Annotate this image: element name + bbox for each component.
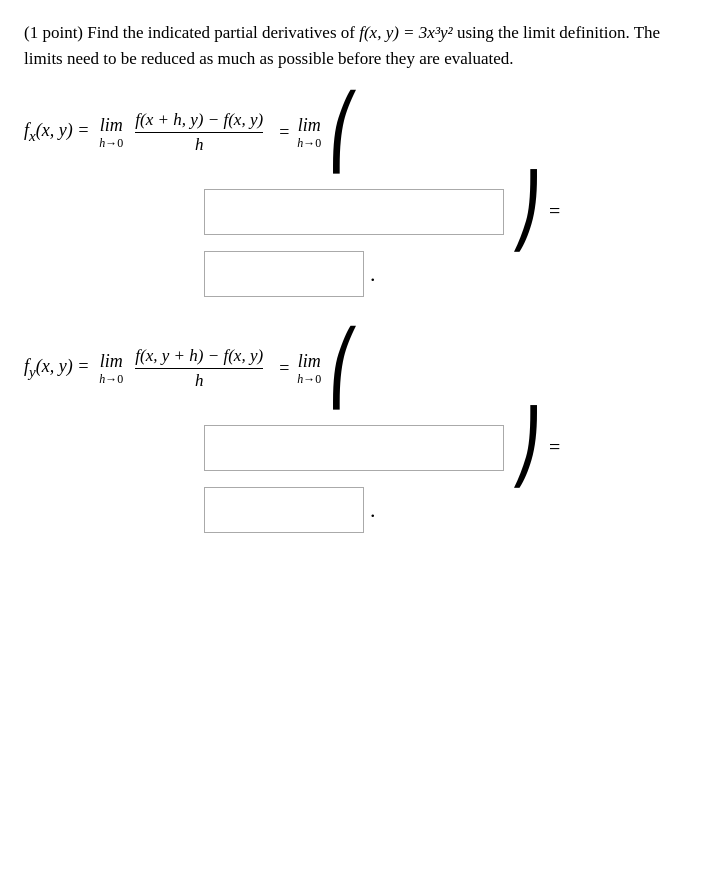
fy-lim2-word: lim (298, 351, 321, 372)
fy-lhs: fy(x, y) = (24, 356, 89, 381)
fx-input-2[interactable] (204, 251, 364, 297)
function-definition: f(x, y) = 3x³y² (359, 23, 452, 42)
fx-lhs: fx(x, y) = (24, 120, 89, 145)
fx-dot: . (370, 261, 376, 287)
fx-section: fx(x, y) = lim h→0 f(x + h, y) − f(x, y)… (24, 101, 679, 297)
fx-fraction: f(x + h, y) − f(x, y) h (135, 110, 263, 155)
fx-lim1-sub: h→0 (99, 136, 123, 151)
fy-input-row-2: . (204, 487, 679, 533)
fy-lim2-sub: h→0 (297, 372, 321, 387)
fy-input-row-1: ⎠ = (204, 416, 679, 479)
fy-close-paren: ⎠ (508, 416, 543, 479)
fy-lim1-word: lim (100, 351, 123, 372)
fy-input-1[interactable] (204, 425, 504, 471)
fx-lim2-word: lim (298, 115, 321, 136)
fy-dot: . (370, 497, 376, 523)
problem-text-content: (1 point) Find the indicated partial der… (24, 23, 660, 68)
fy-open-paren: ⎛ (327, 337, 362, 400)
fx-input-row-2: . (204, 251, 679, 297)
fx-lim2-sub: h→0 (297, 136, 321, 151)
fy-eq-after-paren: = (549, 436, 560, 459)
fx-open-paren: ⎛ (327, 101, 362, 164)
fx-input-1[interactable] (204, 189, 504, 235)
fx-equals: = (279, 122, 289, 143)
fy-section: fy(x, y) = lim h→0 f(x, y + h) − f(x, y)… (24, 337, 679, 533)
fy-lim1-block: lim h→0 (99, 351, 123, 387)
fx-lim1-word: lim (100, 115, 123, 136)
fx-close-paren: ⎠ (508, 180, 543, 243)
problem-statement: (1 point) Find the indicated partial der… (24, 20, 679, 71)
fx-numerator: f(x + h, y) − f(x, y) (135, 110, 263, 133)
fx-input-row-1: ⎠ = (204, 180, 679, 243)
fy-input-2[interactable] (204, 487, 364, 533)
fy-denominator: h (195, 369, 204, 391)
fy-lim1-sub: h→0 (99, 372, 123, 387)
fx-lim1-block: lim h→0 (99, 115, 123, 151)
fx-eq-after-paren: = (549, 200, 560, 223)
fx-denominator: h (195, 133, 204, 155)
fy-fraction: f(x, y + h) − f(x, y) h (135, 346, 263, 391)
fy-equation-row: fy(x, y) = lim h→0 f(x, y + h) − f(x, y)… (24, 337, 679, 400)
fy-lim2-block: lim h→0 (297, 351, 321, 387)
fx-equation-row: fx(x, y) = lim h→0 f(x + h, y) − f(x, y)… (24, 101, 679, 164)
fy-equals: = (279, 358, 289, 379)
fy-numerator: f(x, y + h) − f(x, y) (135, 346, 263, 369)
fx-lim2-block: lim h→0 (297, 115, 321, 151)
